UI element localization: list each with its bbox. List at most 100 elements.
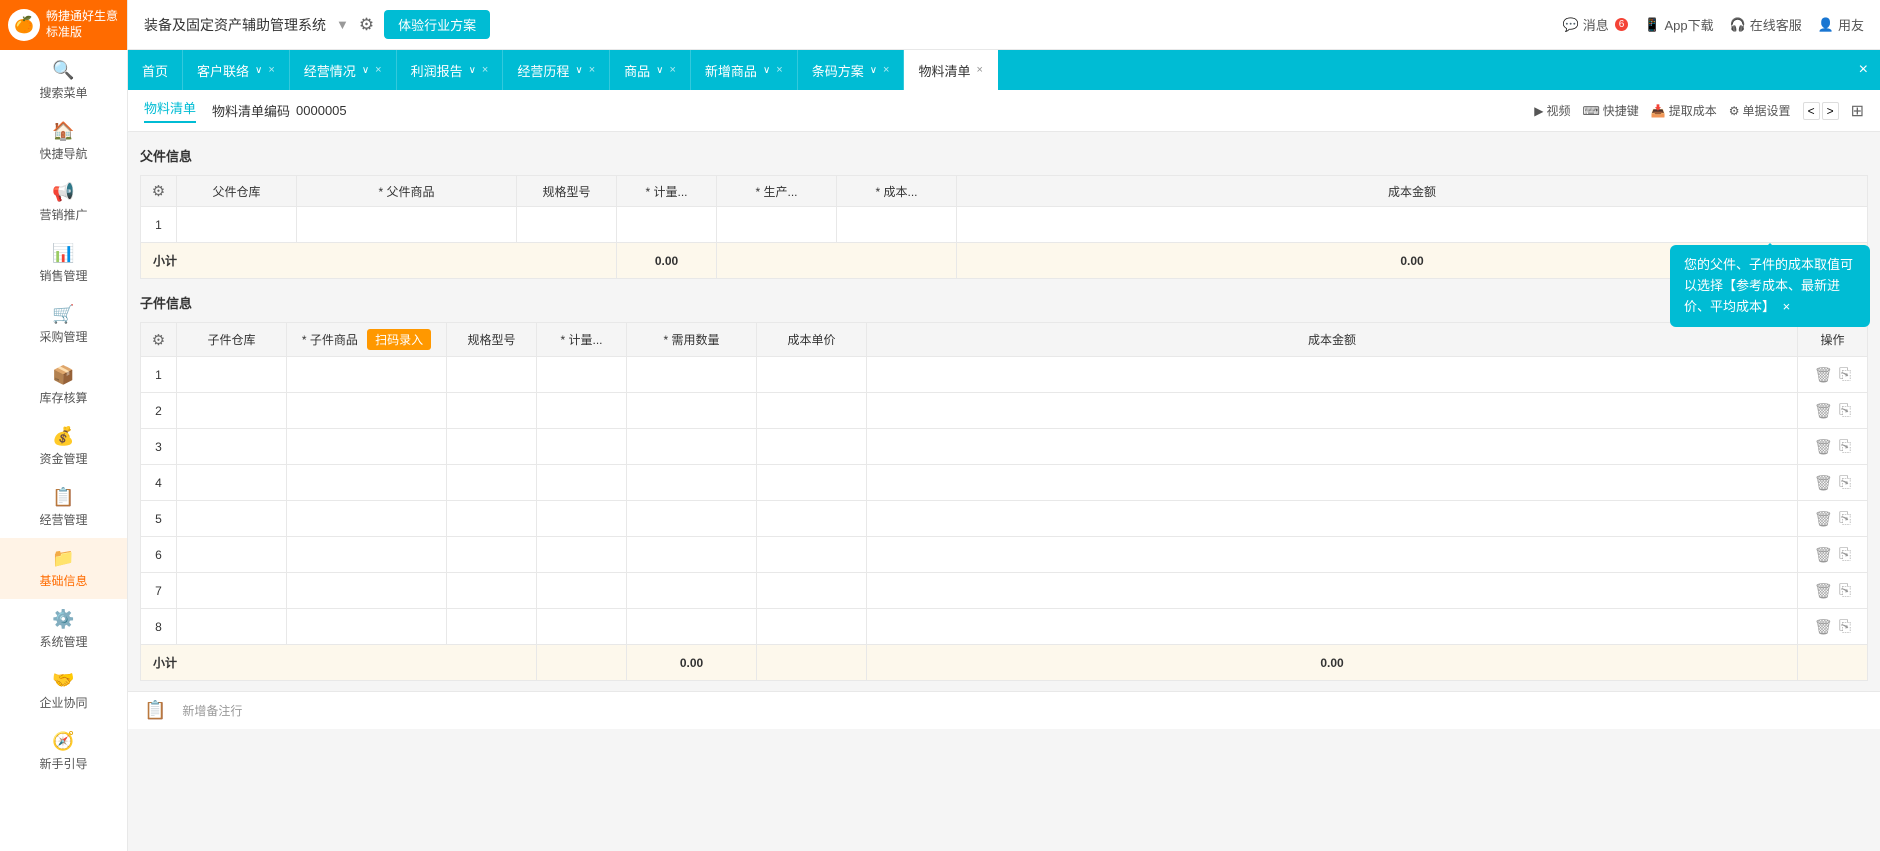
- sidebar-item-search[interactable]: 🔍 搜索菜单: [0, 50, 127, 111]
- note-icon[interactable]: 📋: [144, 700, 166, 721]
- tab-bom[interactable]: 物料清单 ×: [904, 50, 997, 90]
- tab-arrow: ∨: [469, 65, 476, 76]
- tooltip-close-btn[interactable]: ×: [1783, 299, 1791, 314]
- message-badge: 6: [1615, 18, 1629, 31]
- delete-icon[interactable]: 🗑: [1814, 618, 1833, 636]
- copy-icon[interactable]: ⎘: [1839, 510, 1851, 527]
- parent-section-title: 父件信息: [140, 142, 1868, 169]
- sidebar-item-marketing[interactable]: 📢 营销推广: [0, 172, 127, 233]
- sidebar-item-sales[interactable]: 📊 销售管理: [0, 233, 127, 294]
- single-settings-btn[interactable]: ⚙ 单据设置: [1729, 102, 1791, 119]
- parent-table: ⚙ 父件仓库 * 父件商品 规格型号 * 计量... * 生产... * 成本.…: [140, 175, 1868, 279]
- child-cost-amount-1: [867, 357, 1798, 393]
- copy-icon[interactable]: ⎘: [1839, 546, 1851, 563]
- app-download-btn[interactable]: 📱 App下载: [1644, 15, 1713, 34]
- sub-tab-bom-code[interactable]: 物料清单编码: [212, 101, 290, 120]
- online-service-btn[interactable]: 🎧 在线客服: [1730, 15, 1802, 34]
- delete-icon[interactable]: 🗑: [1814, 366, 1833, 384]
- subtotal-qty: 0.00: [617, 243, 717, 279]
- th-gear-child[interactable]: ⚙: [141, 323, 177, 357]
- delete-icon[interactable]: 🗑: [1814, 438, 1833, 456]
- nav-tabs: 首页 客户联络 ∨ × 经营情况 ∨ × 利润报告 ∨ × 经营历程 ∨ × 商…: [128, 50, 1880, 90]
- row-qty-unit[interactable]: [617, 207, 717, 243]
- arrow-nav: < >: [1803, 102, 1839, 120]
- shortcut-btn[interactable]: ⌨ 快捷键: [1582, 102, 1638, 119]
- child-unit-cost-1[interactable]: [757, 357, 867, 393]
- prev-btn[interactable]: <: [1803, 102, 1820, 120]
- child-goods-1[interactable]: [287, 357, 447, 393]
- copy-icon[interactable]: ⎘: [1839, 618, 1851, 635]
- row-production[interactable]: [717, 207, 837, 243]
- tab-new-goods[interactable]: 新增商品 ∨ ×: [691, 50, 798, 90]
- tab-ops-history[interactable]: 经营历程 ∨ ×: [503, 50, 610, 90]
- sidebar-item-operations[interactable]: 📋 经营管理: [0, 477, 127, 538]
- child-spec-1[interactable]: [447, 357, 537, 393]
- copy-icon[interactable]: ⎘: [1839, 366, 1851, 383]
- delete-icon[interactable]: 🗑: [1814, 474, 1833, 492]
- next-btn[interactable]: >: [1822, 102, 1839, 120]
- th-child-spec: 规格型号: [447, 323, 537, 357]
- row-spec[interactable]: [517, 207, 617, 243]
- tab-home[interactable]: 首页: [128, 50, 183, 90]
- tab-customer[interactable]: 客户联络 ∨ ×: [183, 50, 290, 90]
- delete-icon[interactable]: 🗑: [1814, 582, 1833, 600]
- scan-btn[interactable]: 扫码录入: [367, 329, 431, 350]
- tab-close[interactable]: ×: [268, 64, 274, 76]
- sidebar-item-label: 系统管理: [39, 633, 87, 650]
- th-child-unit-cost: 成本单价: [757, 323, 867, 357]
- tab-profit[interactable]: 利润报告 ∨ ×: [397, 50, 504, 90]
- copy-icon[interactable]: ⎘: [1839, 402, 1851, 419]
- copy-icon[interactable]: ⎘: [1839, 474, 1851, 491]
- tab-close[interactable]: ×: [776, 64, 782, 76]
- sub-tab-bom-list[interactable]: 物料清单: [144, 98, 196, 123]
- table-row: 2 🗑⎘: [141, 393, 1868, 429]
- tab-arrow: ∨: [656, 65, 663, 76]
- dropdown-arrow[interactable]: ▼: [336, 17, 349, 32]
- delete-icon[interactable]: 🗑: [1814, 510, 1833, 528]
- copy-icon[interactable]: ⎘: [1839, 438, 1851, 455]
- view-btn[interactable]: ▶ 视频: [1534, 102, 1570, 119]
- copy-icon[interactable]: ⎘: [1839, 582, 1851, 599]
- user-btn[interactable]: 👤 用友: [1818, 15, 1864, 34]
- th-warehouse: 父件仓库: [177, 176, 297, 207]
- child-warehouse-1[interactable]: [177, 357, 287, 393]
- sidebar-item-inventory[interactable]: 📦 库存核算: [0, 355, 127, 416]
- tab-ops-status[interactable]: 经营情况 ∨ ×: [290, 50, 397, 90]
- child-needed-qty-1[interactable]: [627, 357, 757, 393]
- tab-arrow: ∨: [763, 65, 770, 76]
- grid-view-icon[interactable]: ⊞: [1851, 101, 1864, 121]
- delete-icon[interactable]: 🗑: [1814, 402, 1833, 420]
- sidebar-item-basic[interactable]: 📁 基础信息: [0, 538, 127, 599]
- phone-icon: 📱: [1644, 17, 1660, 33]
- tab-close[interactable]: ×: [883, 64, 889, 76]
- tab-close-all[interactable]: ×: [1847, 50, 1880, 90]
- child-subtotal-cost-amount: 0.00: [867, 645, 1798, 681]
- tab-close[interactable]: ×: [977, 64, 983, 76]
- sidebar-item-system[interactable]: ⚙️ 系统管理: [0, 599, 127, 660]
- experience-btn[interactable]: 体验行业方案: [384, 10, 490, 39]
- tab-barcode[interactable]: 条码方案 ∨ ×: [798, 50, 905, 90]
- sidebar-item-quicknav[interactable]: 🏠 快捷导航: [0, 111, 127, 172]
- extract-cost-btn[interactable]: 📥 提取成本: [1651, 102, 1717, 119]
- row-warehouse[interactable]: [177, 207, 297, 243]
- sidebar-item-collab[interactable]: 🤝 企业协同: [0, 660, 127, 721]
- message-btn[interactable]: 💬 消息 6: [1563, 15, 1629, 34]
- row-goods[interactable]: [297, 207, 517, 243]
- child-section-title: 子件信息: [140, 289, 1868, 316]
- tab-close[interactable]: ×: [589, 64, 595, 76]
- sidebar-item-finance[interactable]: 💰 资金管理: [0, 416, 127, 477]
- tab-close[interactable]: ×: [482, 64, 488, 76]
- sidebar-item-guide[interactable]: 🧭 新手引导: [0, 721, 127, 782]
- th-gear[interactable]: ⚙: [141, 176, 177, 207]
- tab-goods[interactable]: 商品 ∨ ×: [610, 50, 691, 90]
- sidebar-item-purchase[interactable]: 🛒 采购管理: [0, 294, 127, 355]
- child-qty-unit-1[interactable]: [537, 357, 627, 393]
- gear-btn[interactable]: ⚙: [359, 15, 374, 35]
- delete-icon[interactable]: 🗑: [1814, 546, 1833, 564]
- tab-close[interactable]: ×: [375, 64, 381, 76]
- system-title: 装备及固定资产辅助管理系统: [144, 15, 326, 35]
- row-cost[interactable]: [837, 207, 957, 243]
- add-note-btn[interactable]: 新增备注行: [182, 702, 242, 719]
- tab-close[interactable]: ×: [669, 64, 675, 76]
- table-row: 4 🗑⎘: [141, 465, 1868, 501]
